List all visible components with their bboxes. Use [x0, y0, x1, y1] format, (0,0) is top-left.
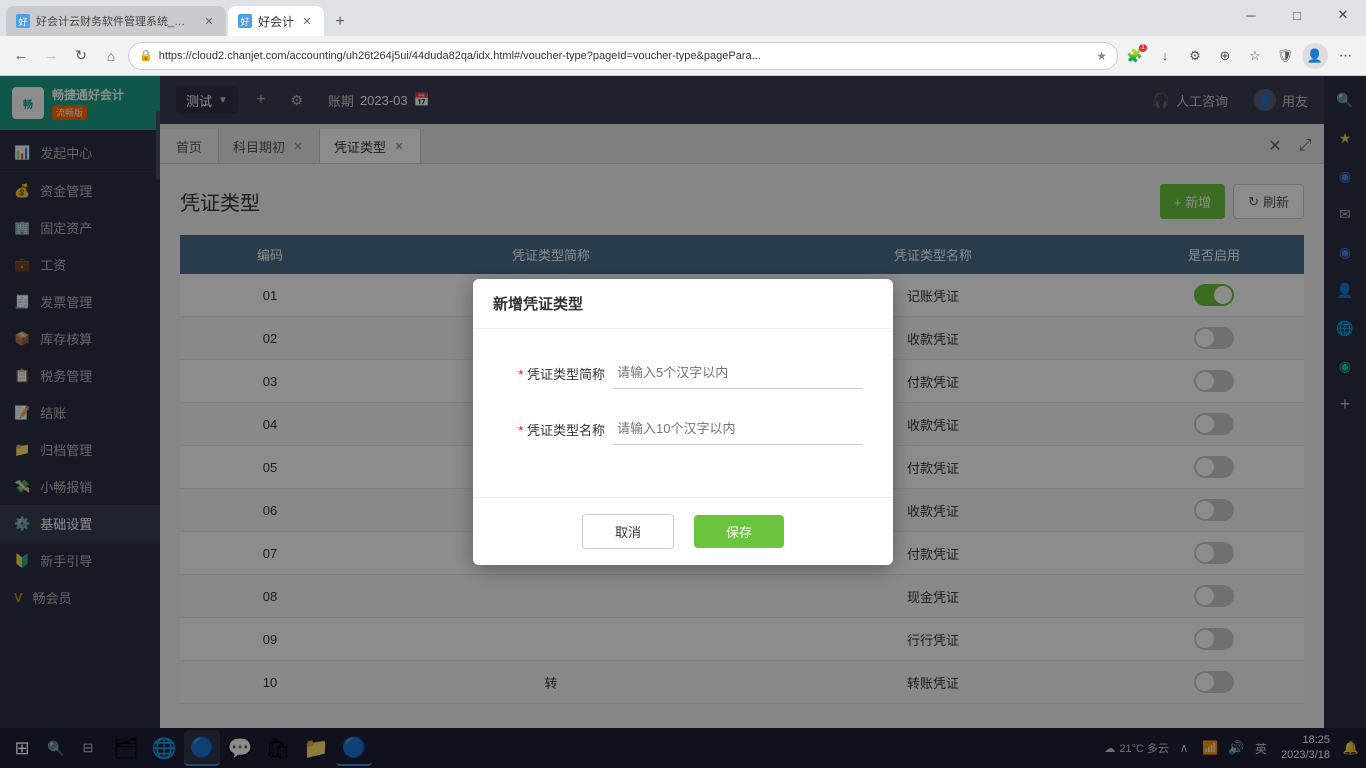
lock-icon: 🔒: [139, 49, 153, 62]
required-star-1: *: [518, 367, 523, 382]
tab1-title: 好会计云财务软件管理系统_会计: [36, 13, 196, 29]
full-name-input[interactable]: [613, 413, 863, 445]
modal-overlay: 新增凭证类型 * 凭证类型简称 * 凭证类型名称: [0, 76, 1366, 768]
minimize-button[interactable]: ─: [1228, 0, 1274, 30]
tab1-favicon: 好: [16, 14, 30, 28]
security-icon[interactable]: 🛡: [1272, 43, 1298, 69]
modal-title: 新增凭证类型: [493, 293, 583, 314]
profile-icon[interactable]: 👤: [1302, 43, 1328, 69]
extensions-icon[interactable]: 🧩1: [1122, 43, 1148, 69]
zoom-icon[interactable]: ⊕: [1212, 43, 1238, 69]
required-star-2: *: [518, 423, 523, 438]
settings-icon[interactable]: ⚙: [1182, 43, 1208, 69]
bookmark-icon[interactable]: ☆: [1242, 43, 1268, 69]
save-button[interactable]: 保存: [694, 515, 784, 548]
tab2-title: 好会计: [258, 13, 294, 30]
browser-tab-1[interactable]: 好 好会计云财务软件管理系统_会计 ✕: [6, 6, 226, 36]
close-button[interactable]: ✕: [1320, 0, 1366, 30]
full-name-label: * 凭证类型名称: [503, 420, 613, 439]
browser-tab-2[interactable]: 好 好会计 ✕: [228, 6, 324, 36]
downloads-icon[interactable]: ↓: [1152, 43, 1178, 69]
reload-button[interactable]: ↻: [68, 43, 94, 69]
tab2-favicon: 好: [238, 14, 252, 28]
tab1-close-icon[interactable]: ✕: [202, 14, 216, 28]
modal-header: 新增凭证类型: [473, 279, 893, 329]
back-button[interactable]: ←: [8, 43, 34, 69]
home-button[interactable]: ⌂: [98, 43, 124, 69]
modal: 新增凭证类型 * 凭证类型简称 * 凭证类型名称: [473, 279, 893, 565]
cancel-button[interactable]: 取消: [582, 514, 674, 549]
forward-button[interactable]: →: [38, 43, 64, 69]
modal-body: * 凭证类型简称 * 凭证类型名称: [473, 329, 893, 497]
new-tab-button[interactable]: +: [326, 8, 354, 36]
star-icon: ★: [1096, 49, 1107, 63]
address-text: https://cloud2.chanjet.com/accounting/uh…: [159, 50, 1091, 62]
short-name-input[interactable]: [613, 357, 863, 389]
address-bar[interactable]: 🔒 https://cloud2.chanjet.com/accounting/…: [128, 42, 1118, 70]
short-name-label: * 凭证类型简称: [503, 364, 613, 383]
tab2-close-icon[interactable]: ✕: [300, 14, 314, 28]
browser-chrome: ─ □ ✕ 好 好会计云财务软件管理系统_会计 ✕ 好 好会计 ✕ + ← → …: [0, 0, 1366, 76]
more-options-icon[interactable]: ···: [1332, 43, 1358, 69]
short-name-row: * 凭证类型简称: [503, 357, 863, 389]
browser-toolbar: ← → ↻ ⌂ 🔒 https://cloud2.chanjet.com/acc…: [0, 36, 1366, 76]
full-name-row: * 凭证类型名称: [503, 413, 863, 445]
maximize-button[interactable]: □: [1274, 0, 1320, 30]
modal-footer: 取消 保存: [473, 497, 893, 565]
